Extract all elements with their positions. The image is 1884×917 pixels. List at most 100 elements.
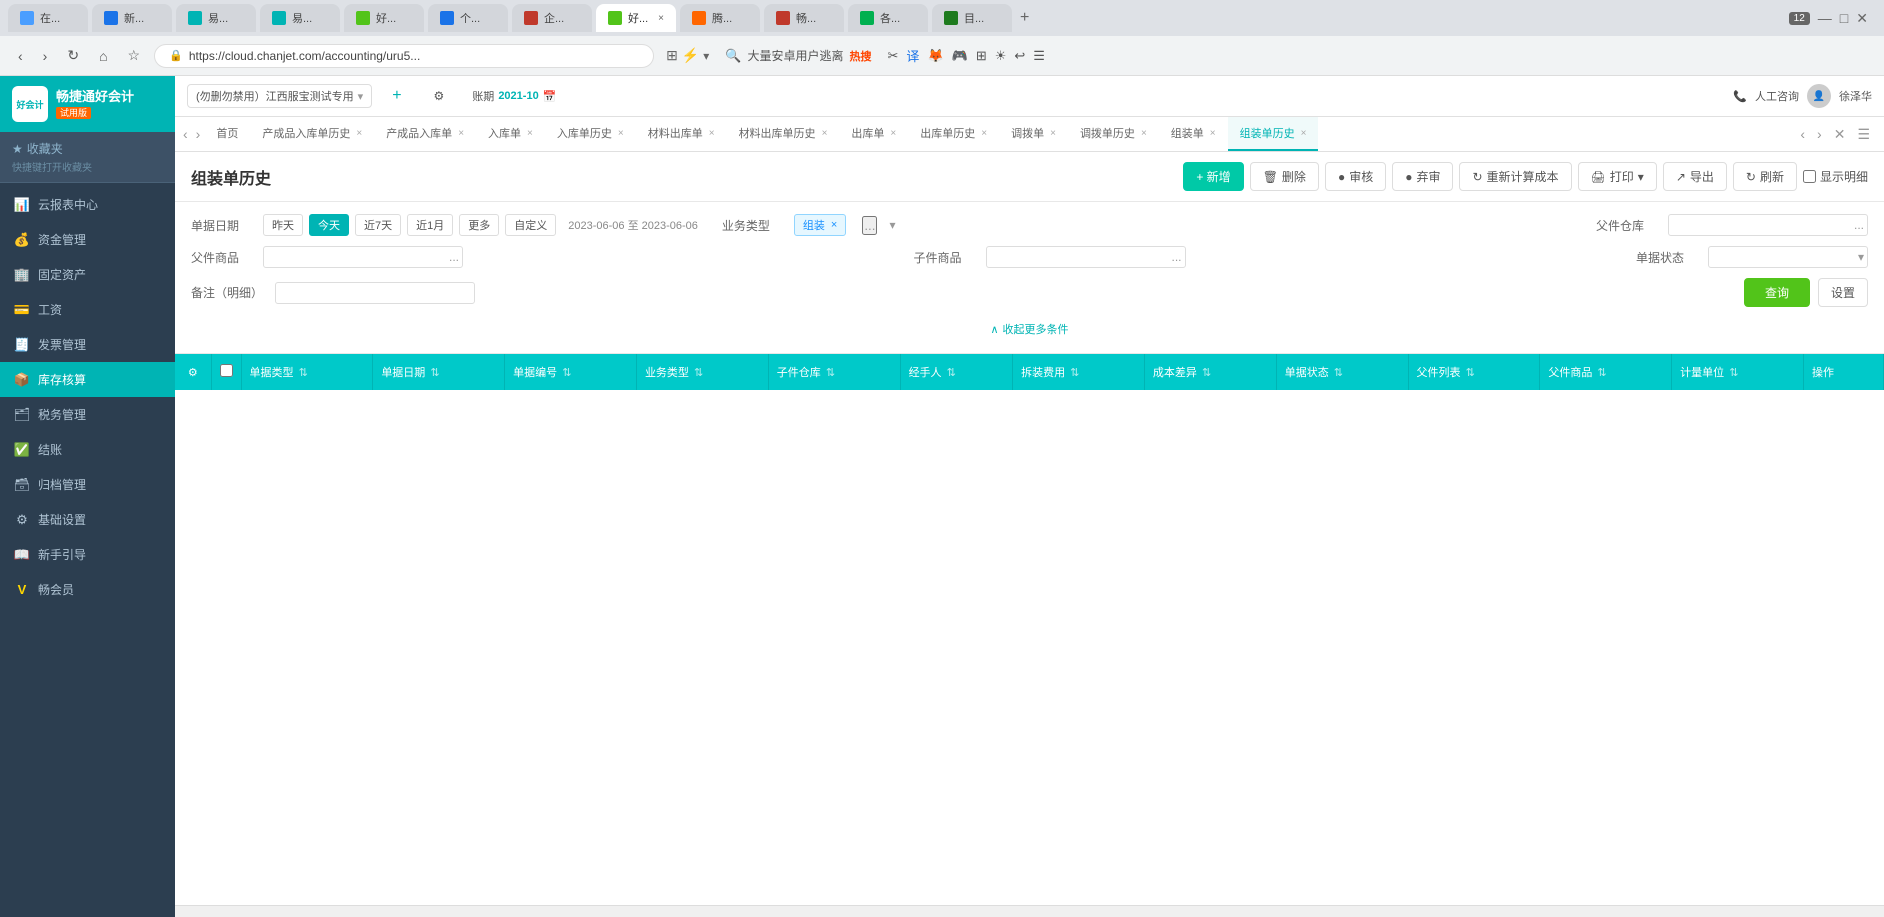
tab-close-6[interactable]: ×: [822, 128, 828, 139]
business-type-remove[interactable]: ×: [831, 219, 837, 231]
delete-button[interactable]: 🗑 删除: [1250, 162, 1319, 191]
refresh-button[interactable]: ↻ 刷新: [1733, 162, 1797, 191]
game-icon[interactable]: 🎮: [952, 48, 968, 64]
col-receipt-status[interactable]: 单据状态 ⇅: [1276, 354, 1408, 390]
translate-icon[interactable]: 译: [906, 46, 919, 65]
col-receipt-no[interactable]: 单据编号 ⇅: [505, 354, 637, 390]
lightning-icon[interactable]: ⚡: [682, 47, 699, 64]
print-button[interactable]: 🖨 打印 ▾: [1578, 162, 1657, 191]
tab-product-in-history[interactable]: 产成品入库单历史 ×: [250, 117, 374, 151]
parent-warehouse-more[interactable]: ...: [1854, 218, 1864, 232]
tab-close-9[interactable]: ×: [1050, 128, 1056, 139]
today-btn[interactable]: 今天: [309, 214, 349, 236]
browser-tab-3[interactable]: 易...: [176, 4, 256, 32]
tab-assembly-history[interactable]: 组装单历史 ×: [1228, 117, 1319, 151]
sidebar-item-settlement[interactable]: ✅ 结账: [0, 432, 175, 467]
tab-stock-in[interactable]: 入库单 ×: [476, 117, 545, 151]
minimize-button[interactable]: —: [1818, 10, 1832, 26]
address-bar[interactable]: 🔒 https://cloud.chanjet.com/accounting/u…: [154, 44, 654, 68]
select-all-checkbox[interactable]: [220, 364, 233, 377]
col-receipt-type[interactable]: 单据类型 ⇅: [241, 354, 373, 390]
col-handler[interactable]: 经手人 ⇅: [900, 354, 1013, 390]
company-settings-button[interactable]: ⚙: [422, 84, 457, 108]
add-button[interactable]: + 新增: [1183, 162, 1243, 191]
sidebar-item-tax[interactable]: 🗂 税务管理: [0, 397, 175, 432]
remarks-input[interactable]: [275, 282, 475, 304]
tab-product-in[interactable]: 产成品入库单 ×: [374, 117, 476, 151]
browser-tab-9[interactable]: 腾...: [680, 4, 760, 32]
favorites-section[interactable]: ★ 收藏夹 快捷键打开收藏夹: [0, 132, 175, 183]
sidebar-item-archive[interactable]: 🗃 归档管理: [0, 467, 175, 502]
tab-nav-left[interactable]: ‹: [179, 126, 192, 142]
tab-scroll-left[interactable]: ‹: [1796, 126, 1809, 142]
browser-tab-11[interactable]: 各...: [848, 4, 928, 32]
tab-stock-in-history[interactable]: 入库单历史 ×: [545, 117, 636, 151]
sidebar-item-member[interactable]: V 畅会员: [0, 572, 175, 607]
tab-close-8[interactable]: ×: [981, 128, 987, 139]
sidebar-item-inventory[interactable]: 📦 库存核算: [0, 362, 175, 397]
tab-home[interactable]: 首页: [204, 117, 250, 151]
tab-scroll-right[interactable]: ›: [1813, 126, 1826, 142]
theme-icon[interactable]: ☀: [995, 48, 1007, 64]
more-btn[interactable]: 更多: [459, 214, 499, 236]
tab-close-4[interactable]: ×: [618, 128, 624, 139]
calendar-icon[interactable]: 📅: [543, 90, 557, 103]
tab-material-out[interactable]: 材料出库单 ×: [636, 117, 727, 151]
tab-close-2[interactable]: ×: [458, 128, 464, 139]
abandon-button[interactable]: ● 弃审: [1392, 162, 1453, 191]
browser-tab-1[interactable]: 在...: [8, 4, 88, 32]
business-type-more[interactable]: ...: [862, 216, 877, 235]
add-company-button[interactable]: +: [380, 82, 413, 110]
col-business-type[interactable]: 业务类型 ⇅: [636, 354, 768, 390]
sidebar-item-guide[interactable]: 📖 新手引导: [0, 537, 175, 572]
company-selector[interactable]: (勿删勿禁用）江西服宝测试专用 ▾: [187, 84, 372, 108]
sidebar-item-finance[interactable]: 💰 资金管理: [0, 222, 175, 257]
grid-icon[interactable]: ⊞: [666, 47, 678, 64]
col-parent-list[interactable]: 父件列表 ⇅: [1408, 354, 1540, 390]
export-button[interactable]: ↗ 导出: [1663, 162, 1727, 191]
query-button[interactable]: 查询: [1744, 278, 1810, 307]
tab-material-out-history[interactable]: 材料出库单历史 ×: [727, 117, 840, 151]
receipt-status-select[interactable]: [1708, 246, 1868, 268]
tab-options[interactable]: ☰: [1853, 126, 1874, 143]
col-assembly-cost[interactable]: 拆装费用 ⇅: [1013, 354, 1145, 390]
last7-btn[interactable]: 近7天: [355, 214, 401, 236]
user-name[interactable]: 徐泽华: [1839, 88, 1872, 104]
horizontal-scrollbar[interactable]: [175, 905, 1884, 917]
show-detail-checkbox-label[interactable]: 显示明细: [1803, 168, 1868, 185]
yesterday-btn[interactable]: 昨天: [263, 214, 303, 236]
last1m-btn[interactable]: 近1月: [407, 214, 453, 236]
support-label[interactable]: 人工咨询: [1755, 88, 1799, 104]
tab-close-7[interactable]: ×: [890, 128, 896, 139]
tab-close-12[interactable]: ×: [1301, 128, 1307, 139]
browser-tab-8[interactable]: 好... ×: [596, 4, 676, 32]
show-detail-checkbox[interactable]: [1803, 170, 1816, 183]
browser-tab-4[interactable]: 易...: [260, 4, 340, 32]
parent-goods-input[interactable]: [263, 246, 463, 268]
tab-close-3[interactable]: ×: [527, 128, 533, 139]
browser-tab-7[interactable]: 企...: [512, 4, 592, 32]
browser-tab-close-8[interactable]: ×: [658, 13, 664, 24]
collapse-button[interactable]: ∧ 收起更多条件: [990, 321, 1068, 337]
dropdown-nav-button[interactable]: ▾: [703, 49, 709, 63]
parent-goods-more[interactable]: ...: [449, 250, 459, 264]
sidebar-item-salary[interactable]: 💳 工资: [0, 292, 175, 327]
tab-close-11[interactable]: ×: [1210, 128, 1216, 139]
col-receipt-date[interactable]: 单据日期 ⇅: [373, 354, 505, 390]
tab-transfer[interactable]: 调拨单 ×: [999, 117, 1068, 151]
col-sub-warehouse[interactable]: 子件仓库 ⇅: [768, 354, 900, 390]
col-unit[interactable]: 计量单位 ⇅: [1672, 354, 1804, 390]
sidebar-item-invoice[interactable]: 🧾 发票管理: [0, 327, 175, 362]
tab-out-history[interactable]: 出库单历史 ×: [908, 117, 999, 151]
review-button[interactable]: ● 审核: [1325, 162, 1386, 191]
sidebar-item-reports[interactable]: 📊 云报表中心: [0, 187, 175, 222]
table-settings-col[interactable]: ⚙: [175, 354, 211, 390]
home-button[interactable]: ⌂: [93, 44, 113, 68]
col-cost-diff[interactable]: 成本差异 ⇅: [1144, 354, 1276, 390]
custom-btn[interactable]: 自定义: [505, 214, 556, 236]
browser-tab-10[interactable]: 畅...: [764, 4, 844, 32]
tab-close-5[interactable]: ×: [709, 128, 715, 139]
menu-icon[interactable]: ☰: [1033, 48, 1045, 64]
browser-tab-12[interactable]: 目...: [932, 4, 1012, 32]
col-parent-goods[interactable]: 父件商品 ⇅: [1540, 354, 1672, 390]
